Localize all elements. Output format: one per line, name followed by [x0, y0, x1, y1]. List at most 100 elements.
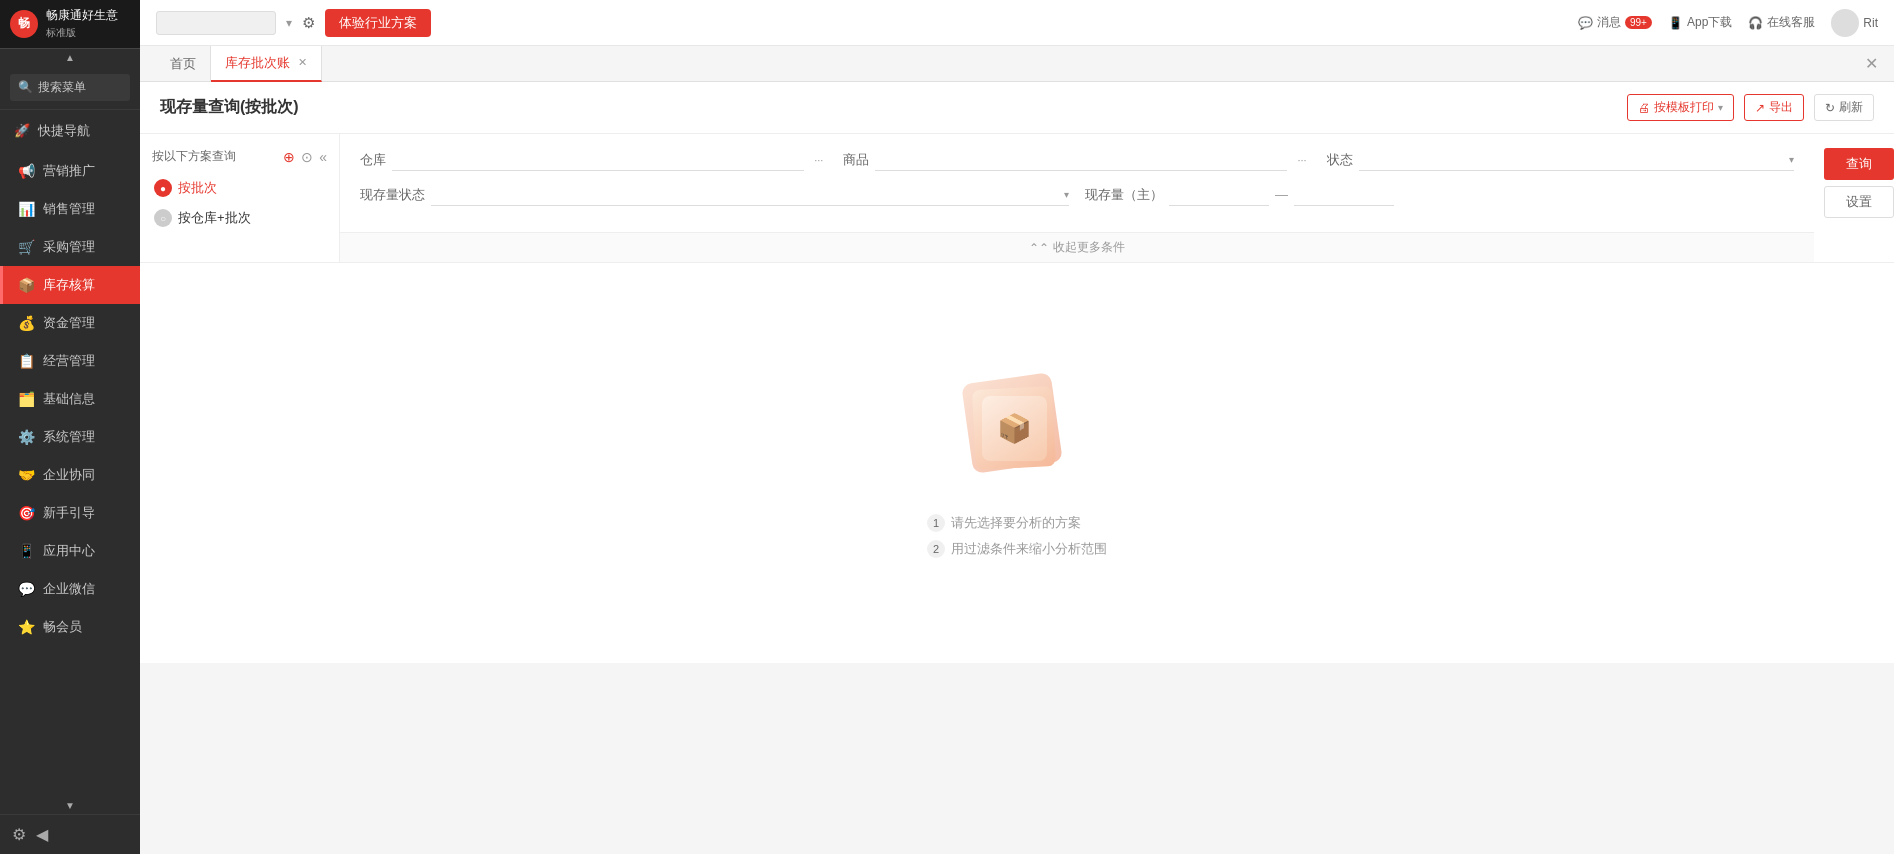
warehouse-input[interactable]: [392, 148, 804, 171]
collapse-more-button[interactable]: ⌃⌃ 收起更多条件: [340, 232, 1814, 262]
sidebar-item-label: 库存核算: [43, 276, 95, 294]
search-icon: 🔍: [18, 80, 33, 94]
empty-illustration: 📦: [952, 368, 1082, 498]
appstore-icon: 📱: [17, 542, 35, 560]
sidebar-scroll-down[interactable]: ▼: [0, 797, 140, 814]
sidebar-item-purchase[interactable]: 🛒 采购管理: [0, 228, 140, 266]
scheme-icon-warehouse: ○: [154, 209, 172, 227]
page-close-button[interactable]: ✕: [1865, 54, 1878, 73]
sidebar-item-marketing[interactable]: 📢 营销推广: [0, 152, 140, 190]
product-input[interactable]: [875, 148, 1287, 171]
sidebar-item-label: 采购管理: [43, 238, 95, 256]
sidebar-item-appstore[interactable]: 📱 应用中心: [0, 532, 140, 570]
sidebar-item-inventory[interactable]: 📦 库存核算: [0, 266, 140, 304]
sidebar-item-basic[interactable]: 🗂️ 基础信息: [0, 380, 140, 418]
wechat-icon: 💬: [17, 580, 35, 598]
scheme-add-button[interactable]: ⊕: [283, 149, 295, 165]
sidebar-item-label: 基础信息: [43, 390, 95, 408]
purchase-icon: 🛒: [17, 238, 35, 256]
sidebar-item-vip[interactable]: ⭐ 畅会员: [0, 608, 140, 646]
sidebar: 畅 畅康通好生意 标准版 ▲ 🔍 搜索菜单 🚀 快捷导航 📢 营销推广 📊 销售…: [0, 0, 140, 854]
settings-icon: ⚙: [12, 826, 26, 843]
tip-num-1: 1: [927, 514, 945, 532]
topbar-chevron-icon[interactable]: ▾: [286, 16, 292, 30]
topbar-settings-icon[interactable]: ⚙: [302, 14, 315, 32]
filter-row-1: 仓库 ··· 商品 ··· 状态: [360, 148, 1794, 171]
page-title: 现存量查询(按批次): [160, 97, 299, 118]
status-select[interactable]: [1359, 148, 1789, 170]
inventory-icon: 📦: [17, 276, 35, 294]
collapse-icon: ◀: [36, 826, 48, 843]
inventory-qty-field: 现存量（主） —: [1085, 183, 1794, 206]
experience-button[interactable]: 体验行业方案: [325, 9, 431, 37]
scheme-item-batch[interactable]: ● 按批次: [140, 173, 339, 203]
query-button[interactable]: 查询: [1824, 148, 1894, 180]
user-name: Rit: [1863, 16, 1878, 30]
scheme-batch-label: 按批次: [178, 179, 217, 197]
topbar-right: 💬 消息 99+ 📱 App下载 🎧 在线客服 Rit: [1578, 9, 1878, 37]
topbar: ▾ ⚙ 体验行业方案 💬 消息 99+ 📱 App下载 🎧 在线客服 Rit: [140, 0, 1894, 46]
tip-num-2: 2: [927, 540, 945, 558]
filter-settings-button[interactable]: 设置: [1824, 186, 1894, 218]
search-menu-button[interactable]: 🔍 搜索菜单: [10, 74, 130, 101]
product-more-button[interactable]: ···: [1293, 152, 1310, 168]
sidebar-item-label: 销售管理: [43, 200, 95, 218]
scheme-panel: 按以下方案查询 ⊕ ⊙ « ● 按批次: [140, 134, 340, 262]
tab-close-icon[interactable]: ✕: [298, 56, 307, 69]
sidebar-item-newuser[interactable]: 🎯 新手引导: [0, 494, 140, 532]
topbar-search-input[interactable]: [156, 11, 276, 35]
tip-text-1: 请先选择要分析的方案: [951, 514, 1081, 532]
app-company: 畅康通好生意: [46, 8, 118, 24]
sidebar-item-label: 企业微信: [43, 580, 95, 598]
inventory-qty-to-input[interactable]: [1294, 183, 1394, 206]
scheme-collapse-button[interactable]: «: [319, 149, 327, 165]
collapse-up-icon: ⌃⌃: [1029, 241, 1049, 255]
export-icon: ↗: [1755, 101, 1765, 115]
export-button[interactable]: ↗ 导出: [1744, 94, 1804, 121]
warehouse-more-button[interactable]: ···: [810, 152, 827, 168]
messages-item[interactable]: 💬 消息 99+: [1578, 14, 1652, 31]
sidebar-item-wechat[interactable]: 💬 企业微信: [0, 570, 140, 608]
scheme-item-warehouse-batch[interactable]: ○ 按仓库+批次: [140, 203, 339, 233]
refresh-button[interactable]: ↻ 刷新: [1814, 94, 1874, 121]
tab-inventory-batch[interactable]: 库存批次账 ✕: [211, 46, 322, 82]
refresh-icon: ↻: [1825, 101, 1835, 115]
print-button[interactable]: 🖨 按模板打印 ▾: [1627, 94, 1734, 121]
online-service-label: 在线客服: [1767, 14, 1815, 31]
avatar: [1831, 9, 1859, 37]
inventory-status-select[interactable]: [431, 183, 1064, 205]
tab-home[interactable]: 首页: [156, 46, 211, 82]
user-item[interactable]: Rit: [1831, 9, 1878, 37]
tab-home-label: 首页: [170, 55, 196, 73]
status-dropdown-icon: ▾: [1789, 154, 1794, 165]
scheme-settings-button[interactable]: ⊙: [301, 149, 313, 165]
sidebar-nav: 📢 营销推广 📊 销售管理 🛒 采购管理 📦 库存核算 💰 资金管理 📋 经营管…: [0, 152, 140, 797]
inventory-status-label: 现存量状态: [360, 186, 425, 204]
headset-icon: 🎧: [1748, 16, 1763, 30]
sidebar-item-sales[interactable]: 📊 销售管理: [0, 190, 140, 228]
footer-settings-button[interactable]: ⚙: [10, 823, 28, 846]
tab-inventory-batch-label: 库存批次账: [225, 54, 290, 72]
sidebar-item-label: 系统管理: [43, 428, 95, 446]
sidebar-item-label: 新手引导: [43, 504, 95, 522]
online-service-item[interactable]: 🎧 在线客服: [1748, 14, 1815, 31]
quick-nav-item[interactable]: 🚀 快捷导航: [14, 116, 126, 146]
print-icon: 🖨: [1638, 101, 1650, 115]
sidebar-item-system[interactable]: ⚙️ 系统管理: [0, 418, 140, 456]
print-chevron-icon: ▾: [1718, 102, 1723, 113]
inventory-qty-from-input[interactable]: [1169, 183, 1269, 206]
sidebar-scroll-up[interactable]: ▲: [0, 49, 140, 66]
app-download-label: App下载: [1687, 14, 1732, 31]
filter-actions: 查询 设置: [1814, 134, 1894, 262]
inventory-status-field: 现存量状态 ▾: [360, 183, 1069, 206]
footer-collapse-button[interactable]: ◀: [34, 823, 50, 846]
sidebar-item-finance[interactable]: 💰 资金管理: [0, 304, 140, 342]
empty-tips: 1 请先选择要分析的方案 2 用过滤条件来缩小分析范围: [927, 514, 1107, 558]
tabbar: 首页 库存批次账 ✕ ✕: [140, 46, 1894, 82]
app-version: 标准版: [46, 26, 118, 40]
sidebar-item-ops[interactable]: 📋 经营管理: [0, 342, 140, 380]
app-download-item[interactable]: 📱 App下载: [1668, 14, 1732, 31]
sidebar-item-collab[interactable]: 🤝 企业协同: [0, 456, 140, 494]
scheme-icon-batch: ●: [154, 179, 172, 197]
finance-icon: 💰: [17, 314, 35, 332]
